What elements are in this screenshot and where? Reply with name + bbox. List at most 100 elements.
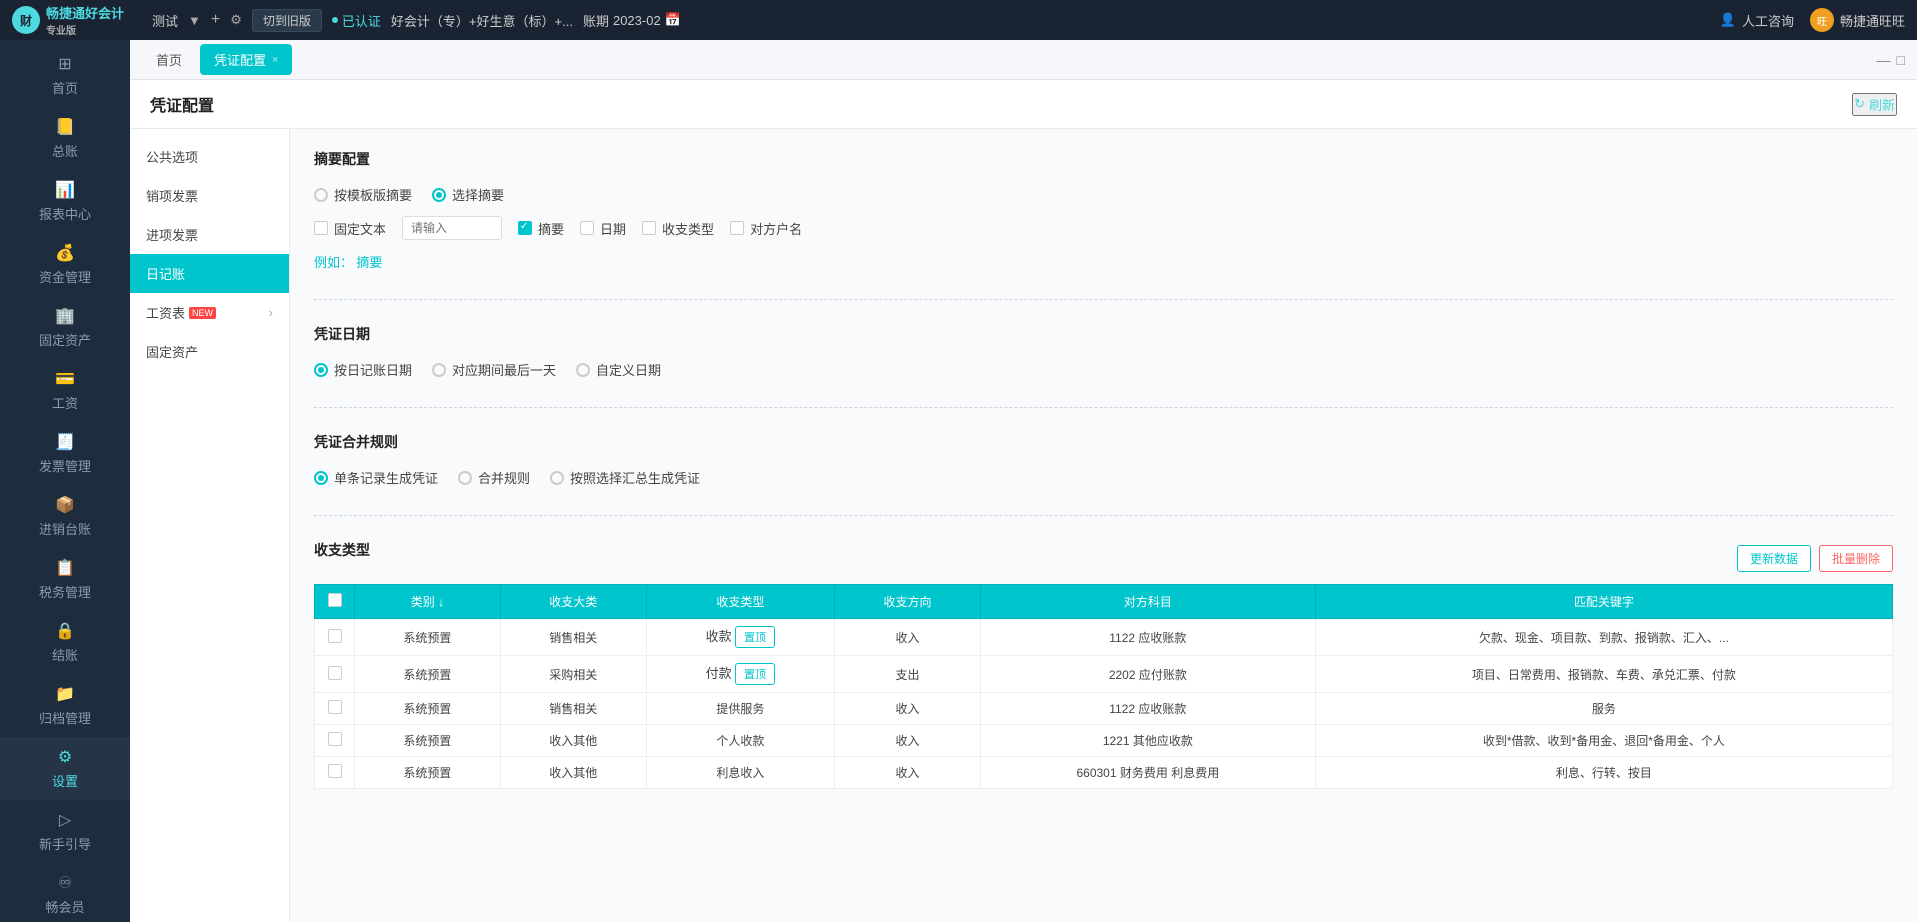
topbar-add-icon[interactable]: + xyxy=(211,11,220,29)
row-keywords-2: 项目、日常费用、报销款、车费、承兑汇票、付款 xyxy=(1315,656,1892,693)
help-link[interactable]: 👤 人工咨询 xyxy=(1720,11,1794,30)
table-header-checkbox[interactable]: ✓ xyxy=(315,585,355,619)
row-checkbox-2[interactable] xyxy=(315,656,355,693)
refresh-button[interactable]: ↻ 刷新 xyxy=(1852,93,1897,116)
sidebar-item-tax[interactable]: 📋 税务管理 xyxy=(0,548,130,611)
row-checkbox-4[interactable] xyxy=(315,725,355,757)
sidebar-item-member[interactable]: ♾ 畅会员 xyxy=(0,863,130,922)
topbar-dropdown-icon[interactable]: ▼ xyxy=(188,13,201,28)
table-row: 系统预置 收入其他 个人收款 收入 1221 其他应收款 收到*借款、收到*备用… xyxy=(315,725,1893,757)
left-nav-fixed-assets[interactable]: 固定资产 xyxy=(130,332,289,371)
checkbox-type[interactable]: 收支类型 xyxy=(642,219,714,238)
sidebar-item-ledger[interactable]: 📒 总账 xyxy=(0,107,130,170)
page-header: 凭证配置 ↻ 刷新 xyxy=(130,80,1917,129)
left-nav-payroll[interactable]: 工资表 NEW › xyxy=(130,293,289,332)
sidebar-item-assets[interactable]: 🏢 固定资产 xyxy=(0,296,130,359)
date-checkbox xyxy=(580,221,594,235)
type-checkbox xyxy=(642,221,656,235)
radio-journal-date[interactable]: 按日记账日期 xyxy=(314,360,412,379)
tab-voucher[interactable]: 凭证配置 × xyxy=(200,44,292,75)
refresh-icon: ↻ xyxy=(1854,96,1865,112)
salary-icon: 💳 xyxy=(55,369,75,389)
row-direction-2: 支出 xyxy=(835,656,981,693)
checkbox-counterpart[interactable]: 对方户名 xyxy=(730,219,802,238)
table-header-category: 类别 ↓ xyxy=(355,585,501,619)
sidebar-item-home[interactable]: ⊞ 首页 xyxy=(0,44,130,107)
radio-custom-date-circle xyxy=(576,363,590,377)
batch-delete-button[interactable]: 批量删除 xyxy=(1819,545,1893,572)
tab-minimize-button[interactable]: — xyxy=(1877,52,1891,68)
row-checkbox-1[interactable] xyxy=(315,619,355,656)
merge-radio-group: 单条记录生成凭证 合并规则 按照选择汇总生成凭证 xyxy=(314,468,1893,487)
date-section: 凭证日期 按日记账日期 对应期间最后一天 xyxy=(314,324,1893,379)
radio-period-last[interactable]: 对应期间最后一天 xyxy=(432,360,556,379)
row-keywords-1: 欠款、现金、项目款、到款、报销款、汇入、... xyxy=(1315,619,1892,656)
row-direction-1: 收入 xyxy=(835,619,981,656)
member-icon: ♾ xyxy=(58,873,72,893)
page-title: 凭证配置 xyxy=(150,92,214,116)
radio-summary-gen[interactable]: 按照选择汇总生成凭证 xyxy=(550,468,700,487)
radio-select[interactable]: 选择摘要 xyxy=(432,185,504,204)
radio-select-circle xyxy=(432,188,446,202)
sidebar-item-settings[interactable]: ⚙ 设置 xyxy=(0,737,130,800)
sidebar-item-guide[interactable]: ▷ 新手引导 xyxy=(0,800,130,863)
row-major-type-2: 采购相关 xyxy=(500,656,646,693)
table-row: 系统预置 销售相关 收款 置顶 收入 1122 应收账款 欠款、现金、项目款、到… xyxy=(315,619,1893,656)
radio-merge[interactable]: 合并规则 xyxy=(458,468,530,487)
assets-icon: 🏢 xyxy=(55,306,75,326)
sidebar-item-archive[interactable]: 📁 归档管理 xyxy=(0,674,130,737)
help-icon: 👤 xyxy=(1720,12,1736,28)
summary-checkbox-row: 固定文本 摘要 日期 xyxy=(314,216,1893,240)
tab-close-icon[interactable]: × xyxy=(272,54,278,66)
checkbox-summary[interactable]: 摘要 xyxy=(518,219,564,238)
sidebar-item-closing[interactable]: 🔒 结账 xyxy=(0,611,130,674)
sidebar-item-invoice[interactable]: 🧾 发票管理 xyxy=(0,422,130,485)
row-account-4: 1221 其他应收款 xyxy=(980,725,1315,757)
update-data-button[interactable]: 更新数据 xyxy=(1737,545,1811,572)
row-direction-3: 收入 xyxy=(835,693,981,725)
merge-title: 凭证合并规则 xyxy=(314,432,1893,452)
row-direction-4: 收入 xyxy=(835,725,981,757)
row-category-3: 系统预置 xyxy=(355,693,501,725)
table-header-keywords: 匹配关键字 xyxy=(1315,585,1892,619)
radio-single[interactable]: 单条记录生成凭证 xyxy=(314,468,438,487)
switch-version-button[interactable]: 切到旧版 xyxy=(252,9,322,32)
table-actions: 更新数据 批量删除 xyxy=(1737,545,1893,572)
tax-icon: 📋 xyxy=(55,558,75,578)
fixed-text-input[interactable] xyxy=(402,216,502,240)
checkbox-date[interactable]: 日期 xyxy=(580,219,626,238)
row-major-type-3: 销售相关 xyxy=(500,693,646,725)
table-header-major-type: 收支大类 xyxy=(500,585,646,619)
row-checkbox-3[interactable] xyxy=(315,693,355,725)
select-all-checkbox[interactable]: ✓ xyxy=(328,593,342,607)
row-type-1: 收款 置顶 xyxy=(646,619,834,656)
sidebar-item-finance[interactable]: 💰 资金管理 xyxy=(0,233,130,296)
badge-top-2[interactable]: 置顶 xyxy=(735,663,775,685)
sidebar-item-reports[interactable]: 📊 报表中心 xyxy=(0,170,130,233)
sidebar-item-salary[interactable]: 💳 工资 xyxy=(0,359,130,422)
row-checkbox-5[interactable] xyxy=(315,757,355,789)
right-panel: 摘要配置 按模板版摘要 选择摘要 xyxy=(290,129,1917,922)
row-major-type-5: 收入其他 xyxy=(500,757,646,789)
radio-template[interactable]: 按模板版摘要 xyxy=(314,185,412,204)
user-menu[interactable]: 旺 畅捷通旺旺 xyxy=(1810,8,1905,32)
topbar-settings-icon[interactable]: ⚙ xyxy=(230,12,242,28)
tab-maximize-button[interactable]: □ xyxy=(1897,52,1905,68)
row-account-2: 2202 应付账款 xyxy=(980,656,1315,693)
calendar-icon[interactable]: 📅 xyxy=(665,12,681,28)
sidebar-item-sales[interactable]: 📦 进销台账 xyxy=(0,485,130,548)
new-badge: NEW xyxy=(189,307,216,319)
left-nav-public[interactable]: 公共选项 xyxy=(130,137,289,176)
checkbox-fixed-text[interactable]: 固定文本 xyxy=(314,219,386,238)
tab-bar: 首页 凭证配置 × — □ xyxy=(130,40,1917,80)
left-nav-purchase-invoice[interactable]: 进项发票 xyxy=(130,215,289,254)
left-nav-sales-invoice[interactable]: 销项发票 xyxy=(130,176,289,215)
left-nav-journal[interactable]: 日记账 xyxy=(130,254,289,293)
badge-top-1[interactable]: 置顶 xyxy=(735,626,775,648)
tab-home[interactable]: 首页 xyxy=(142,44,196,75)
merge-section: 凭证合并规则 单条记录生成凭证 合并规则 xyxy=(314,432,1893,487)
radio-custom-date[interactable]: 自定义日期 xyxy=(576,360,661,379)
logo: 财 畅捷通好会计 专业版 xyxy=(12,3,142,37)
row-type-2: 付款 置顶 xyxy=(646,656,834,693)
table-header-row: 收支类型 更新数据 批量删除 xyxy=(314,540,1893,576)
